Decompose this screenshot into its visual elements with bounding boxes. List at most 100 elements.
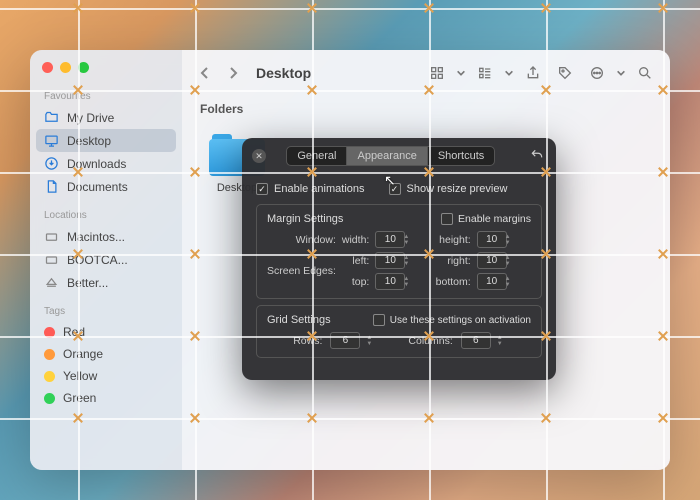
sidebar-item-downloads[interactable]: Downloads xyxy=(30,152,182,175)
prefs-header: ✕ General Appearance Shortcuts xyxy=(242,138,556,174)
label: Rows: xyxy=(293,335,322,347)
sidebar-tag-yellow[interactable]: Yellow xyxy=(30,365,182,387)
tab-appearance[interactable]: Appearance xyxy=(347,147,427,165)
sidebar-tag-orange[interactable]: Orange xyxy=(30,343,182,365)
label: Columns: xyxy=(408,335,452,347)
width-input[interactable]: 10 xyxy=(375,231,405,248)
sidebar-item-label: BOOTCA... xyxy=(67,253,128,267)
sidebar: Favourites My Drive Desktop Downloads Do… xyxy=(30,50,182,470)
sidebar-tag-green[interactable]: Green xyxy=(30,387,182,409)
undo-icon[interactable] xyxy=(530,148,546,165)
sidebar-section-favourites: Favourites xyxy=(30,87,182,106)
folder-icon xyxy=(44,110,59,125)
sidebar-tag-red[interactable]: Red xyxy=(30,321,182,343)
sidebar-item-better[interactable]: Better... xyxy=(30,271,182,294)
tag-dot-icon xyxy=(44,371,55,382)
stepper-icon[interactable]: ▲▼ xyxy=(403,273,411,290)
tab-shortcuts[interactable]: Shortcuts xyxy=(428,147,494,165)
margin-settings-section: Margin Settings Enable margins Window: w… xyxy=(256,204,542,299)
desktop-icon xyxy=(44,133,59,148)
checkbox-label: Enable margins xyxy=(458,213,531,225)
sidebar-item-label: Macintos... xyxy=(67,230,125,244)
downloads-icon xyxy=(44,156,59,171)
sidebar-item-label: Documents xyxy=(67,180,128,194)
back-button[interactable] xyxy=(194,60,216,86)
label: left: xyxy=(342,255,369,267)
enable-margins-checkbox[interactable] xyxy=(441,213,453,225)
stepper-icon[interactable]: ▲▼ xyxy=(505,252,513,269)
group-button[interactable] xyxy=(472,61,498,85)
label: Screen Edges: xyxy=(267,265,336,277)
tag-dot-icon xyxy=(44,349,55,360)
section-header: Folders xyxy=(182,96,670,122)
tab-general[interactable]: General xyxy=(287,147,347,165)
bottom-input[interactable]: 10 xyxy=(477,273,507,290)
chevron-down-icon[interactable] xyxy=(504,61,514,85)
window-controls xyxy=(30,60,182,87)
tag-dot-icon xyxy=(44,393,55,404)
zoom-window-button[interactable] xyxy=(78,62,89,73)
documents-icon xyxy=(44,179,59,194)
columns-input[interactable]: 6 xyxy=(461,332,491,349)
stepper-icon[interactable]: ▲▼ xyxy=(403,252,411,269)
label: right: xyxy=(436,255,471,267)
sidebar-item-my-drive[interactable]: My Drive xyxy=(30,106,182,129)
right-input[interactable]: 10 xyxy=(477,252,507,269)
sidebar-item-label: My Drive xyxy=(67,111,114,125)
section-title: Grid Settings xyxy=(267,314,331,326)
chevron-down-icon[interactable] xyxy=(616,61,626,85)
sidebar-item-label: Red xyxy=(63,325,85,339)
prefs-body: Enable animations Show resize preview Ma… xyxy=(242,174,556,370)
tag-button[interactable] xyxy=(552,61,578,85)
eject-icon xyxy=(44,275,59,290)
sidebar-section-locations: Locations xyxy=(30,206,182,225)
search-button[interactable] xyxy=(632,61,658,85)
drive-icon xyxy=(44,252,59,267)
cursor-icon: ↖ xyxy=(384,172,396,189)
action-button[interactable] xyxy=(584,61,610,85)
sidebar-item-macintosh[interactable]: Macintos... xyxy=(30,225,182,248)
stepper-icon[interactable]: ▲▼ xyxy=(505,273,513,290)
sidebar-item-label: Downloads xyxy=(67,157,126,171)
section-title: Margin Settings xyxy=(267,213,343,225)
forward-button[interactable] xyxy=(222,60,244,86)
label: Window: xyxy=(267,234,336,246)
sidebar-item-bootcamp[interactable]: BOOTCA... xyxy=(30,248,182,271)
label: top: xyxy=(342,276,369,288)
label: height: xyxy=(436,234,471,246)
rows-input[interactable]: 6 xyxy=(330,332,360,349)
stepper-icon[interactable]: ▲▼ xyxy=(497,332,505,349)
tab-bar: General Appearance Shortcuts xyxy=(286,146,495,166)
sidebar-item-documents[interactable]: Documents xyxy=(30,175,182,198)
view-icons-button[interactable] xyxy=(424,61,450,85)
height-input[interactable]: 10 xyxy=(477,231,507,248)
sidebar-item-label: Desktop xyxy=(67,134,111,148)
sidebar-item-label: Better... xyxy=(67,276,108,290)
sidebar-item-label: Yellow xyxy=(63,369,97,383)
sidebar-item-label: Orange xyxy=(63,347,103,361)
chevron-down-icon[interactable] xyxy=(456,61,466,85)
close-icon[interactable]: ✕ xyxy=(252,149,266,163)
minimize-window-button[interactable] xyxy=(60,62,71,73)
label: width: xyxy=(342,234,369,246)
left-input[interactable]: 10 xyxy=(375,252,405,269)
sidebar-item-label: Green xyxy=(63,391,96,405)
checkbox-label: Show resize preview xyxy=(407,183,508,195)
checkbox-label: Enable animations xyxy=(274,183,365,195)
window-title: Desktop xyxy=(256,65,311,81)
grid-activation-checkbox[interactable] xyxy=(373,314,385,326)
label: bottom: xyxy=(436,276,471,288)
toolbar: Desktop xyxy=(182,50,670,96)
stepper-icon[interactable]: ▲▼ xyxy=(403,231,411,248)
drive-icon xyxy=(44,229,59,244)
enable-animations-checkbox[interactable] xyxy=(256,183,268,195)
checkbox-label: Use these settings on activation xyxy=(390,315,531,326)
stepper-icon[interactable]: ▲▼ xyxy=(505,231,513,248)
share-button[interactable] xyxy=(520,61,546,85)
stepper-icon[interactable]: ▲▼ xyxy=(366,332,374,349)
preferences-panel: ✕ General Appearance Shortcuts Enable an… xyxy=(242,138,556,380)
tag-dot-icon xyxy=(44,327,55,338)
close-window-button[interactable] xyxy=(42,62,53,73)
top-input[interactable]: 10 xyxy=(375,273,405,290)
sidebar-item-desktop[interactable]: Desktop xyxy=(36,129,176,152)
